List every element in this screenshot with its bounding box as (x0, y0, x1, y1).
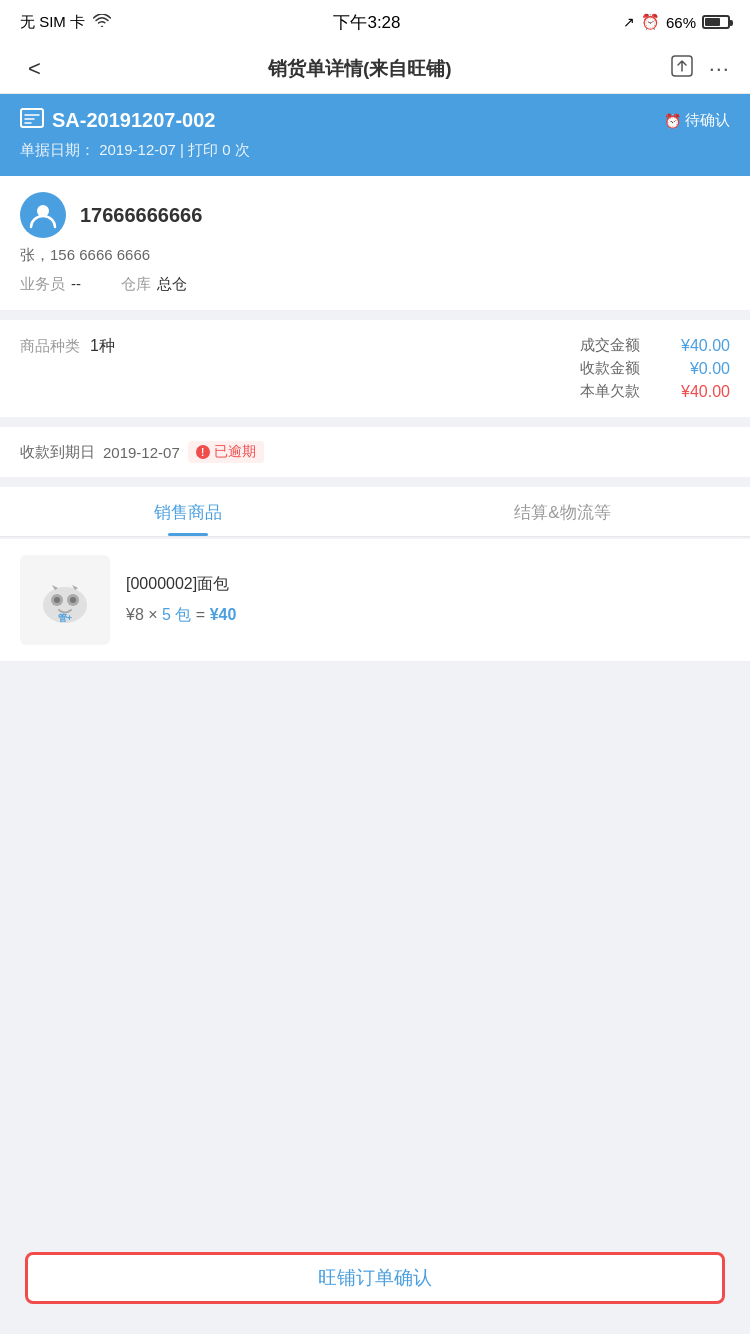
customer-meta: 业务员 -- 仓库 总仓 (20, 275, 730, 294)
amount-value: ¥40.00 (660, 337, 730, 355)
more-button[interactable]: ··· (709, 56, 730, 82)
status-bar: 无 SIM 卡 下午3:28 ↗ ⏰ 66% (0, 0, 750, 44)
order-id: SA-20191207-002 (20, 108, 215, 133)
product-name: [0000002]面包 (126, 574, 730, 595)
due-date-section: 收款到期日 2019-12-07 ! 已逾期 (0, 427, 750, 477)
salesperson-label: 业务员 (20, 275, 65, 294)
product-qty: 5 (162, 606, 171, 623)
location-arrow-icon: ↗ (623, 14, 635, 30)
salesperson-value: -- (71, 275, 81, 294)
carrier-text: 无 SIM 卡 (20, 13, 85, 32)
svg-text:管+: 管+ (58, 613, 72, 623)
order-header: SA-20191207-002 ⏰ 待确认 单据日期： 2019-12-07 |… (0, 94, 750, 176)
customer-section: 17666666666 张，156 6666 6666 业务员 -- 仓库 总仓 (0, 176, 750, 310)
confirm-button-wrapper: 旺铺订单确认 (25, 1252, 725, 1304)
due-date-value: 2019-12-07 (103, 444, 180, 461)
received-label: 收款金额 (580, 359, 640, 378)
page-title: 销货单详情(来自旺铺) (268, 56, 452, 82)
alarm-icon: ⏰ (641, 13, 660, 31)
product-price: ¥8 × 5 包 = ¥40 (126, 605, 730, 626)
confirm-order-button[interactable]: 旺铺订单确认 (25, 1252, 725, 1304)
tabs-section: 销售商品 结算&物流等 (0, 487, 750, 537)
tab-settlement[interactable]: 结算&物流等 (375, 487, 750, 536)
received-value: ¥0.00 (660, 360, 730, 378)
warehouse-meta: 仓库 总仓 (121, 275, 187, 294)
product-type-value: 1种 (90, 336, 115, 357)
clock-icon: ⏰ (664, 113, 681, 129)
svg-rect-1 (21, 109, 43, 127)
product-item: 管+ [0000002]面包 ¥8 × 5 包 = ¥40 (0, 539, 750, 662)
battery-percent: 66% (666, 14, 696, 31)
overdue-alert-icon: ! (196, 445, 210, 459)
owed-label: 本单欠款 (580, 382, 640, 401)
back-button[interactable]: < (20, 52, 49, 86)
order-date-info: 单据日期： 2019-12-07 | 打印 0 次 (20, 141, 730, 160)
product-thumbnail: 管+ (20, 555, 110, 645)
owed-value: ¥40.00 (660, 383, 730, 401)
avatar (20, 192, 66, 238)
owed-row: 本单欠款 ¥40.00 (580, 382, 730, 401)
wifi-icon (93, 14, 111, 31)
order-status: ⏰ 待确认 (664, 111, 730, 130)
status-left: 无 SIM 卡 (20, 13, 111, 32)
multiply-sign: × (148, 606, 162, 623)
customer-phone: 17666666666 (80, 204, 202, 227)
product-list: 管+ [0000002]面包 ¥8 × 5 包 = ¥40 (0, 539, 750, 662)
overdue-badge: ! 已逾期 (188, 441, 264, 463)
share-button[interactable] (671, 55, 693, 82)
received-row: 收款金额 ¥0.00 (580, 359, 730, 378)
due-date-label: 收款到期日 (20, 443, 95, 462)
order-icon (20, 108, 44, 133)
status-right: ↗ ⏰ 66% (623, 13, 730, 31)
customer-name: 张，156 6666 6666 (20, 246, 730, 265)
product-type-stat: 商品种类 1种 (20, 336, 115, 357)
product-info: [0000002]面包 ¥8 × 5 包 = ¥40 (126, 574, 730, 626)
warehouse-value: 总仓 (157, 275, 187, 294)
tabs: 销售商品 结算&物流等 (0, 487, 750, 536)
product-type-label: 商品种类 (20, 337, 80, 356)
svg-point-6 (54, 597, 60, 603)
salesperson-meta: 业务员 -- (20, 275, 81, 294)
tab-products[interactable]: 销售商品 (0, 487, 375, 536)
amount-row: 成交金额 ¥40.00 (580, 336, 730, 355)
stats-section: 商品种类 1种 成交金额 ¥40.00 收款金额 ¥0.00 本单欠款 ¥40.… (0, 320, 750, 417)
overdue-text: 已逾期 (214, 443, 256, 461)
equals-sign: = (196, 606, 210, 623)
unit-price: ¥8 (126, 606, 144, 623)
svg-point-7 (70, 597, 76, 603)
amount-stats: 成交金额 ¥40.00 收款金额 ¥0.00 本单欠款 ¥40.00 (580, 336, 730, 401)
bottom-area (0, 662, 750, 862)
amount-label: 成交金额 (580, 336, 640, 355)
warehouse-label: 仓库 (121, 275, 151, 294)
battery-icon (702, 15, 730, 29)
nav-actions: ··· (671, 55, 730, 82)
product-total: ¥40 (210, 606, 237, 623)
nav-bar: < 销货单详情(来自旺铺) ··· (0, 44, 750, 94)
product-unit: 包 (175, 606, 191, 623)
status-time: 下午3:28 (333, 11, 400, 34)
